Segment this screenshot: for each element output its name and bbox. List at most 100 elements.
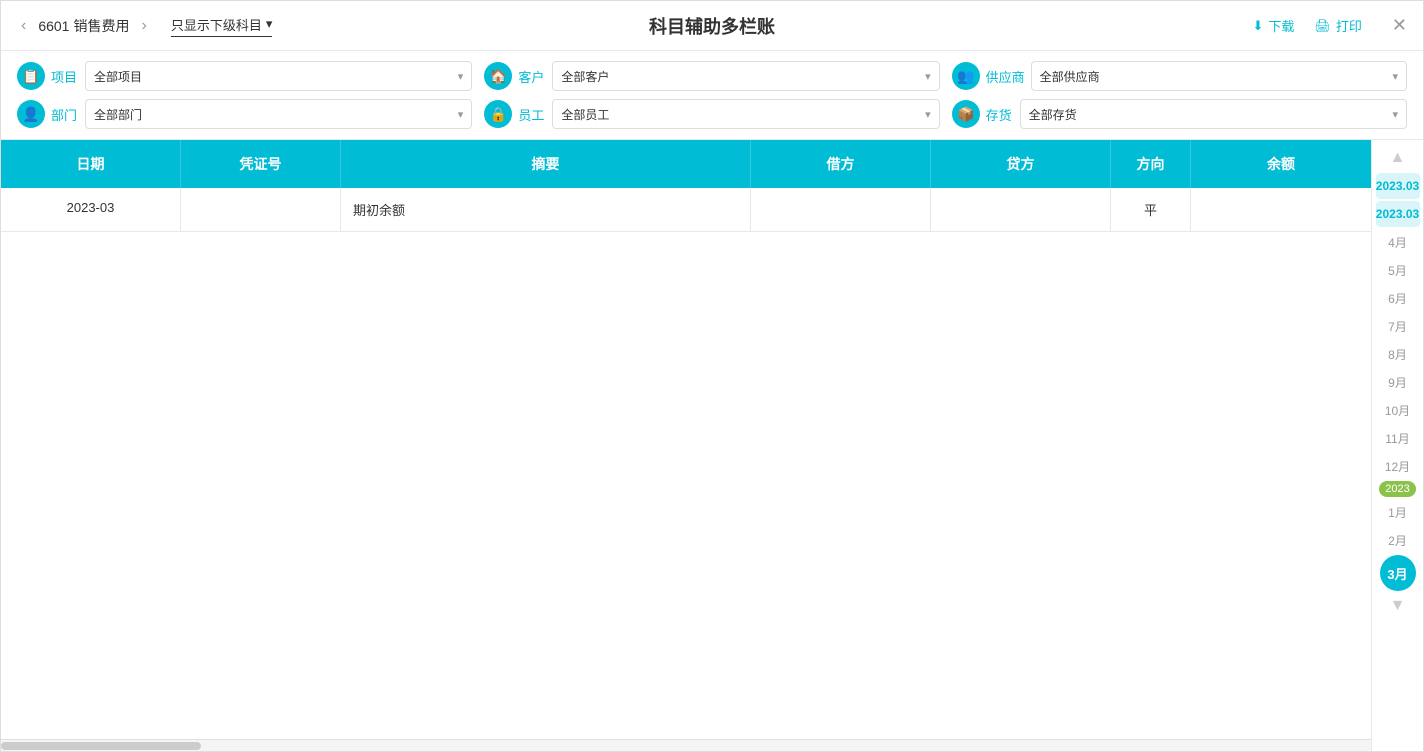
col-direction: 方向 xyxy=(1111,140,1191,188)
cell-debit-0 xyxy=(751,188,931,231)
department-arrow-icon: ▾ xyxy=(458,108,464,121)
project-arrow-icon: ▾ xyxy=(458,70,464,83)
down-arrow-icon: ▼ xyxy=(1390,597,1406,615)
main-window: ‹ 6601 销售费用 › 只显示下级科目 ▾ 科目辅助多栏账 ⬇ 下载 🖨 打… xyxy=(0,0,1424,752)
horizontal-scrollbar[interactable] xyxy=(1,739,1371,751)
cell-voucher-0 xyxy=(181,188,341,231)
month-label: 2023.03 xyxy=(1376,179,1419,193)
col-date: 日期 xyxy=(1,140,181,188)
sidebar-month-11[interactable]: 11月 xyxy=(1376,425,1420,451)
department-value: 全部部门 xyxy=(94,106,142,123)
department-select[interactable]: 全部部门 ▾ xyxy=(85,99,472,129)
employee-label: 员工 xyxy=(518,105,546,124)
print-label: 打印 xyxy=(1336,16,1362,35)
col-voucher: 凭证号 xyxy=(181,140,341,188)
inventory-arrow-icon: ▾ xyxy=(1392,108,1398,121)
account-code-box: 6601 销售费用 xyxy=(38,16,129,36)
cell-date-0: 2023-03 xyxy=(1,188,181,231)
prev-account-button[interactable]: ‹ xyxy=(17,15,30,37)
project-select[interactable]: 全部项目 ▾ xyxy=(85,61,472,91)
right-sidebar: ▲ 2023.03 2023.03 4月 5月 6月 7月 8月 xyxy=(1371,140,1423,751)
filter-customer: 🏠 客户 全部客户 ▾ xyxy=(484,61,939,91)
customer-value: 全部客户 xyxy=(561,68,609,85)
up-arrow-icon: ▲ xyxy=(1390,149,1406,167)
inventory-select[interactable]: 全部存货 ▾ xyxy=(1020,99,1407,129)
sidebar-month-2023-03-dup[interactable]: 2023.03 xyxy=(1376,201,1420,227)
sidebar-up-arrow[interactable]: ▲ xyxy=(1380,144,1416,172)
account-code: 6601 xyxy=(38,18,69,34)
project-value: 全部项目 xyxy=(94,68,142,85)
filter-supplier: 👥 供应商 全部供应商 ▾ xyxy=(952,61,1407,91)
month-label: 2月 xyxy=(1388,532,1407,549)
table-row: 2023-03 期初余额 平 xyxy=(1,188,1371,232)
month-label: 5月 xyxy=(1388,262,1407,279)
customer-icon: 🏠 xyxy=(484,62,512,90)
sidebar-month-2[interactable]: 2月 xyxy=(1376,527,1420,553)
table-container: 日期 凭证号 摘要 借方 贷方 方向 余额 2023-03 期初余额 平 xyxy=(1,140,1423,751)
col-debit: 借方 xyxy=(751,140,931,188)
show-sub-label: 只显示下级科目 xyxy=(171,15,262,34)
project-icon: 📋 xyxy=(17,62,45,90)
inventory-icon: 📦 xyxy=(952,100,980,128)
account-name: 销售费用 xyxy=(73,16,129,36)
employee-arrow-icon: ▾ xyxy=(925,108,931,121)
supplier-select[interactable]: 全部供应商 ▾ xyxy=(1031,61,1407,91)
page-title: 科目辅助多栏账 xyxy=(649,13,775,39)
inventory-value: 全部存货 xyxy=(1029,106,1077,123)
year-label: 2023 xyxy=(1385,483,1409,495)
download-button[interactable]: ⬇ 下载 xyxy=(1252,16,1294,35)
month-label: 12月 xyxy=(1385,458,1410,475)
table-header: 日期 凭证号 摘要 借方 贷方 方向 余额 xyxy=(1,140,1371,188)
sidebar-month-8[interactable]: 8月 xyxy=(1376,341,1420,367)
cell-summary-0: 期初余额 xyxy=(341,188,751,231)
sidebar-month-3-active[interactable]: 3月 xyxy=(1380,555,1416,591)
col-balance: 余额 xyxy=(1191,140,1371,188)
project-label: 项目 xyxy=(51,67,79,86)
scrollbar-thumb[interactable] xyxy=(1,742,201,750)
month-label: 8月 xyxy=(1388,346,1407,363)
print-button[interactable]: 🖨 打印 xyxy=(1314,16,1362,35)
customer-select[interactable]: 全部客户 ▾ xyxy=(552,61,939,91)
filter-project: 📋 项目 全部项目 ▾ xyxy=(17,61,472,91)
month-label: 9月 xyxy=(1388,374,1407,391)
download-label: 下载 xyxy=(1268,16,1294,35)
col-summary: 摘要 xyxy=(341,140,751,188)
customer-label: 客户 xyxy=(518,67,546,86)
show-sub-dropdown[interactable]: 只显示下级科目 ▾ xyxy=(171,15,273,37)
cell-credit-0 xyxy=(931,188,1111,231)
sidebar-month-7[interactable]: 7月 xyxy=(1376,313,1420,339)
close-button[interactable]: ✕ xyxy=(1392,15,1407,36)
title-bar-right: ⬇ 下载 🖨 打印 ✕ xyxy=(1252,15,1407,36)
next-account-button[interactable]: › xyxy=(137,15,150,37)
month-label: 1月 xyxy=(1388,504,1407,521)
col-credit: 贷方 xyxy=(931,140,1111,188)
sidebar-down-arrow[interactable]: ▼ xyxy=(1380,592,1416,620)
employee-select[interactable]: 全部员工 ▾ xyxy=(552,99,939,129)
sidebar-month-1[interactable]: 1月 xyxy=(1376,499,1420,525)
download-icon: ⬇ xyxy=(1252,18,1263,34)
title-bar-left: ‹ 6601 销售费用 › 只显示下级科目 ▾ xyxy=(17,15,272,37)
sidebar-month-9[interactable]: 9月 xyxy=(1376,369,1420,395)
sidebar-month-12[interactable]: 12月 xyxy=(1376,453,1420,479)
customer-arrow-icon: ▾ xyxy=(925,70,931,83)
filter-bar: 📋 项目 全部项目 ▾ 🏠 客户 全部客户 ▾ 👥 供应商 全部供应 xyxy=(1,51,1423,140)
filter-inventory: 📦 存货 全部存货 ▾ xyxy=(952,99,1407,129)
department-icon: 👤 xyxy=(17,100,45,128)
filter-row-2: 👤 部门 全部部门 ▾ 🔒 员工 全部员工 ▾ 📦 存货 全部存货 xyxy=(17,99,1407,129)
month-label: 7月 xyxy=(1388,318,1407,335)
sidebar-month-6[interactable]: 6月 xyxy=(1376,285,1420,311)
sidebar-month-5[interactable]: 5月 xyxy=(1376,257,1420,283)
sidebar-month-10[interactable]: 10月 xyxy=(1376,397,1420,423)
print-icon: 🖨 xyxy=(1314,18,1331,34)
sidebar-year-badge[interactable]: 2023 xyxy=(1379,481,1415,497)
sidebar-month-2023-03-top[interactable]: 2023.03 xyxy=(1376,173,1420,199)
supplier-value: 全部供应商 xyxy=(1040,68,1100,85)
filter-department: 👤 部门 全部部门 ▾ xyxy=(17,99,472,129)
cell-balance-0 xyxy=(1191,188,1371,231)
month-label: 2023.03 xyxy=(1376,207,1419,221)
month-label: 6月 xyxy=(1388,290,1407,307)
sidebar-month-4[interactable]: 4月 xyxy=(1376,229,1420,255)
supplier-arrow-icon: ▾ xyxy=(1392,70,1398,83)
employee-icon: 🔒 xyxy=(484,100,512,128)
inventory-label: 存货 xyxy=(986,105,1014,124)
